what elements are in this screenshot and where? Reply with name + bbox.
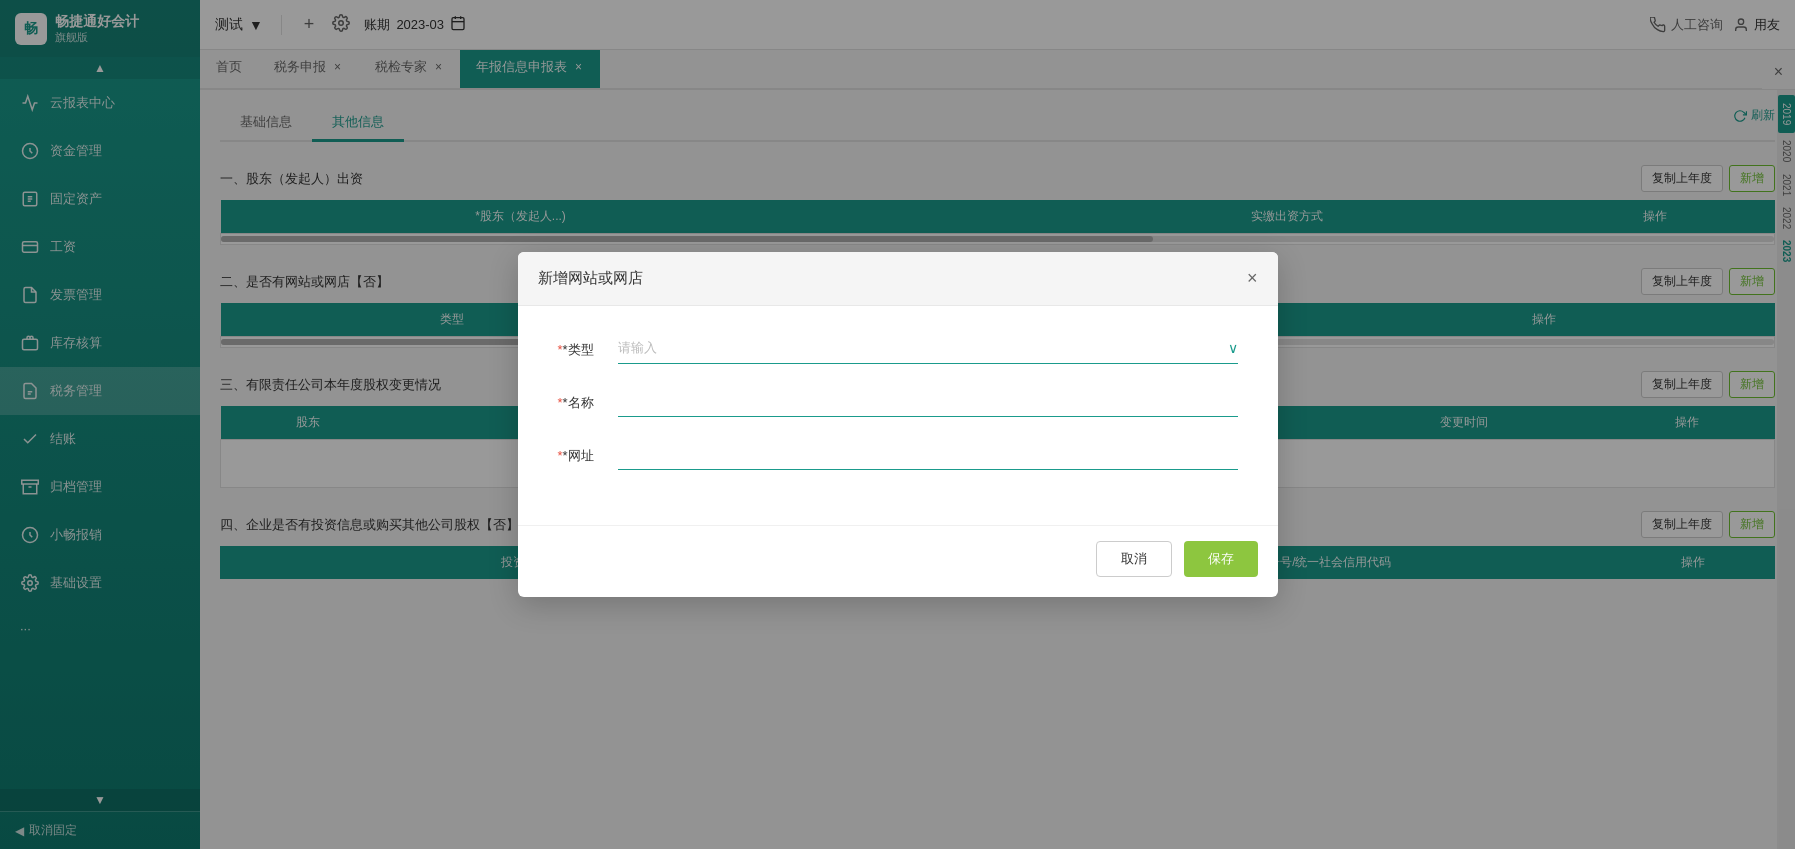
field-name-wrap — [618, 389, 1238, 417]
modal-add-website: 新增网站或网店 × **类型 ∨ **名称 — [518, 252, 1278, 597]
cancel-button[interactable]: 取消 — [1096, 541, 1172, 577]
modal-header: 新增网站或网店 × — [518, 252, 1278, 306]
field-name-label: **名称 — [558, 394, 618, 412]
form-row-name: **名称 — [558, 389, 1238, 417]
save-button[interactable]: 保存 — [1184, 541, 1258, 577]
field-type-wrap: ∨ — [618, 336, 1238, 364]
modal-overlay[interactable]: 新增网站或网店 × **类型 ∨ **名称 — [0, 0, 1795, 849]
dropdown-arrow-icon[interactable]: ∨ — [1228, 340, 1238, 356]
form-row-type: **类型 ∨ — [558, 336, 1238, 364]
field-type-input[interactable] — [618, 336, 1228, 359]
modal-close-button[interactable]: × — [1247, 268, 1258, 289]
field-url-wrap — [618, 442, 1238, 470]
field-url-label: **网址 — [558, 447, 618, 465]
modal-body: **类型 ∨ **名称 **网址 — [518, 306, 1278, 525]
field-url-input[interactable] — [618, 442, 1238, 465]
field-name-input[interactable] — [618, 389, 1238, 412]
form-row-url: **网址 — [558, 442, 1238, 470]
modal-footer: 取消 保存 — [518, 525, 1278, 597]
field-type-label: **类型 — [558, 341, 618, 359]
modal-title: 新增网站或网店 — [538, 269, 643, 288]
